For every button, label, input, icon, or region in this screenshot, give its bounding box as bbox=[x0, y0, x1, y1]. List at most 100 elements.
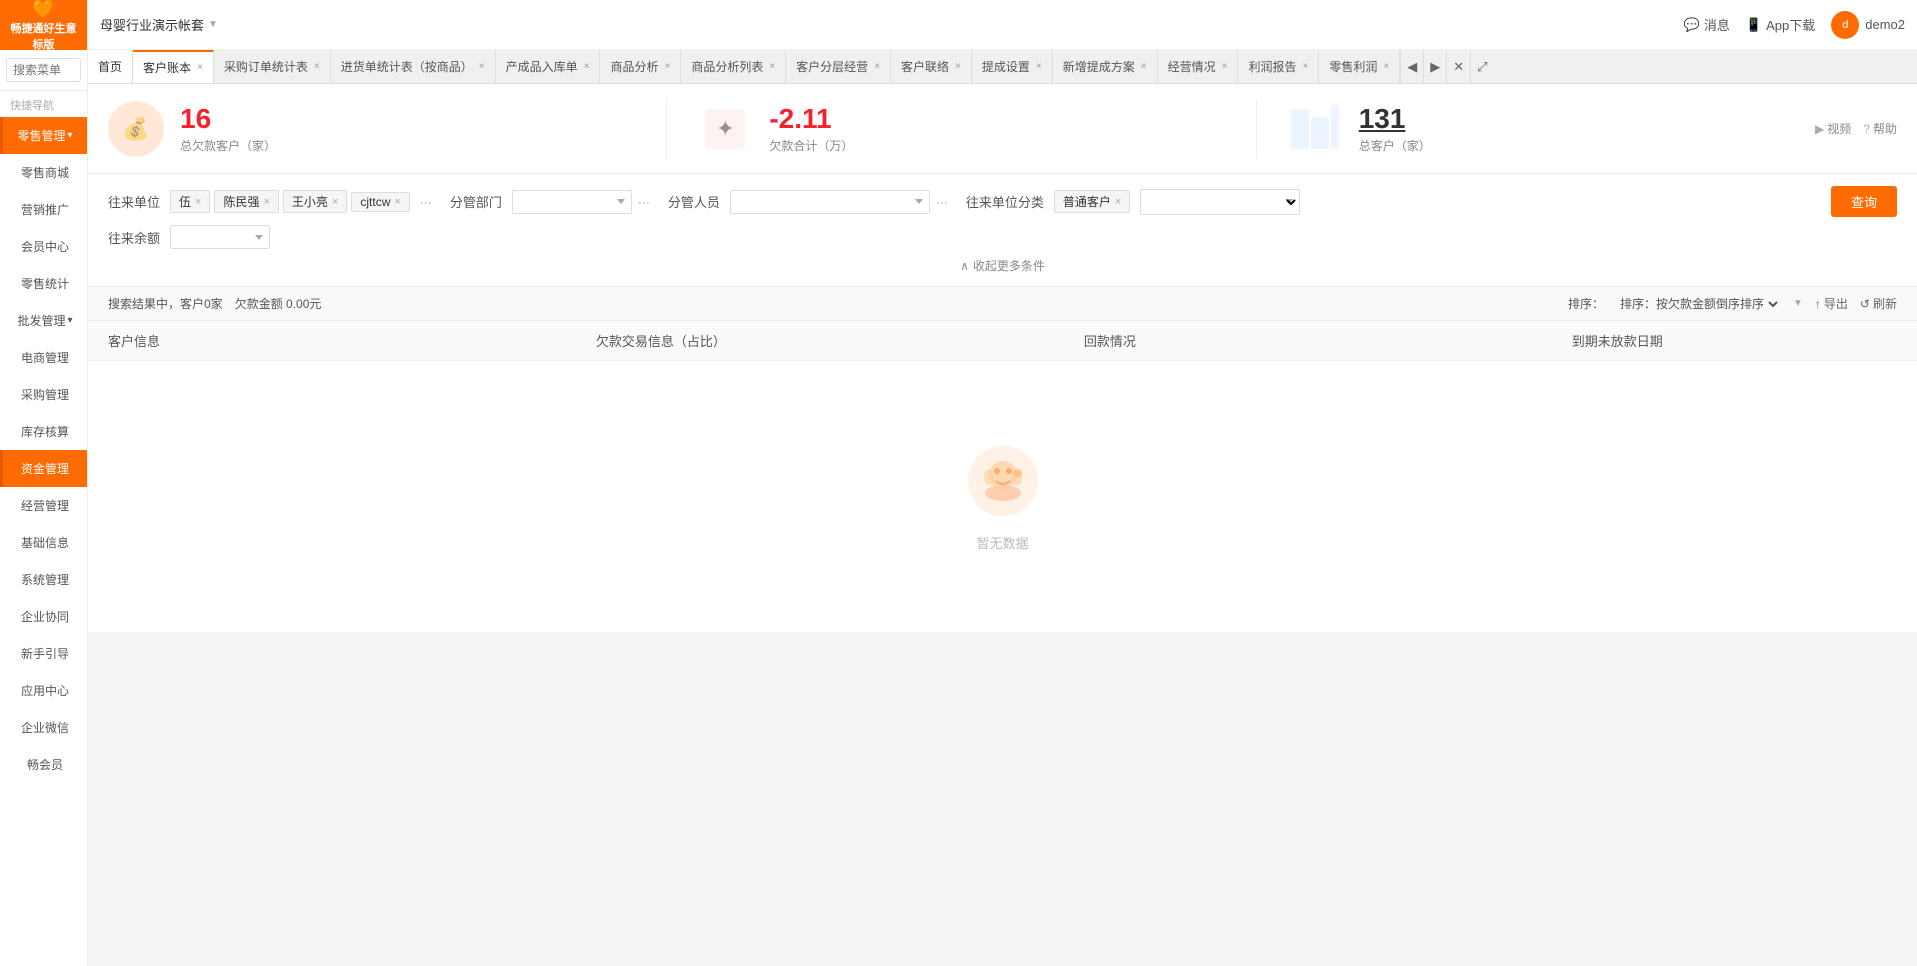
user-menu[interactable]: d demo2 bbox=[1831, 11, 1905, 39]
table-col-3: 到期未放款日期 bbox=[1572, 331, 1897, 350]
search-input[interactable] bbox=[6, 58, 81, 82]
sidebar-item-0[interactable]: 零售管理▾ bbox=[0, 117, 87, 154]
app-download-button[interactable]: 📱 App下载 bbox=[1746, 15, 1815, 34]
tab-5[interactable]: 商品分析 × bbox=[600, 50, 681, 84]
tab-close-6[interactable]: × bbox=[769, 61, 775, 72]
tab-close-13[interactable]: × bbox=[1383, 61, 1389, 72]
tab-prev-button[interactable]: ◀ bbox=[1400, 50, 1423, 84]
tab-2[interactable]: 采购订单统计表× bbox=[214, 50, 331, 84]
refresh-button[interactable]: ↺ 刷新 bbox=[1860, 295, 1897, 312]
tab-13[interactable]: 零售利润× bbox=[1319, 50, 1400, 84]
table-col-2: 回款情况 bbox=[1084, 331, 1572, 350]
sidebar-item-5[interactable]: 批发管理▾ bbox=[0, 302, 87, 339]
dept-select[interactable] bbox=[512, 190, 632, 214]
sidebar-item-1[interactable]: 零售商城 bbox=[0, 154, 87, 191]
main-area: 母婴行业演示帐套 ▼ 💬 消息 📱 App下载 d demo2 首页客户账本×采… bbox=[88, 0, 1917, 966]
tab-label-5: 商品分析 bbox=[610, 58, 658, 75]
tab-label-6: 商品分析列表 bbox=[691, 58, 763, 75]
chevron-down-icon: ▾ bbox=[67, 315, 72, 326]
stat-icon-3 bbox=[1287, 101, 1343, 157]
tab-close-12[interactable]: × bbox=[1302, 61, 1308, 72]
tab-next-button[interactable]: ▶ bbox=[1423, 50, 1446, 84]
stat-icon-2: ✦ bbox=[697, 101, 753, 157]
help-link[interactable]: ? 帮助 bbox=[1863, 120, 1897, 137]
sidebar-item-2[interactable]: 营销推广 bbox=[0, 191, 87, 228]
tab-close-all-button[interactable]: ✕ bbox=[1446, 50, 1470, 84]
sort-select[interactable]: 排序：按欠款金额倒序排序 bbox=[1616, 296, 1781, 312]
tab-close-9[interactable]: × bbox=[1036, 61, 1042, 72]
topbar: 母婴行业演示帐套 ▼ 💬 消息 📱 App下载 d demo2 bbox=[88, 0, 1917, 50]
tab-11[interactable]: 经营情况 × bbox=[1158, 50, 1239, 84]
unit-tag-remove-3[interactable]: × bbox=[394, 196, 400, 208]
more-tags-btn[interactable]: ··· bbox=[420, 195, 432, 209]
refresh-icon: ↺ bbox=[1860, 297, 1870, 311]
unit-tag-remove-2[interactable]: × bbox=[332, 196, 338, 208]
sidebar-item-12[interactable]: 系统管理 bbox=[0, 561, 87, 598]
stat-label-total: 总客户（家） bbox=[1359, 137, 1431, 154]
tab-close-7[interactable]: × bbox=[874, 61, 880, 72]
sidebar-item-16[interactable]: 企业微信 bbox=[0, 709, 87, 746]
classify-filter-label: 往来单位分类 bbox=[966, 192, 1044, 211]
sidebar-item-8[interactable]: 库存核算 bbox=[0, 413, 87, 450]
tab-8[interactable]: 客户联络× bbox=[891, 50, 972, 84]
collapse-button[interactable]: ∧ 收起更多条件 bbox=[960, 257, 1045, 274]
play-icon: ▶ bbox=[1815, 122, 1824, 136]
export-button[interactable]: ↑ 导出 bbox=[1815, 295, 1848, 312]
tab-label-11: 经营情况 bbox=[1168, 58, 1216, 75]
sidebar-item-3[interactable]: 会员中心 bbox=[0, 228, 87, 265]
stat-divider-1 bbox=[666, 99, 667, 159]
sidebar-item-7[interactable]: 采购管理 bbox=[0, 376, 87, 413]
sidebar-item-17[interactable]: 畅会员 bbox=[0, 746, 87, 783]
tab-12[interactable]: 利润报告 × bbox=[1238, 50, 1319, 84]
sidebar-item-11[interactable]: 基础信息 bbox=[0, 524, 87, 561]
classify-tag-0: 普通客户× bbox=[1054, 190, 1130, 213]
unit-tag-remove-1[interactable]: × bbox=[263, 196, 269, 208]
stat-value-total: 131 bbox=[1359, 103, 1431, 135]
sidebar-item-4[interactable]: 零售统计 bbox=[0, 265, 87, 302]
tab-close-2[interactable]: × bbox=[314, 61, 320, 72]
tab-expand-button[interactable]: ⤢ bbox=[1470, 50, 1493, 84]
tab-3[interactable]: 进货单统计表（按商品）× bbox=[331, 50, 496, 84]
tab-0[interactable]: 首页 bbox=[88, 50, 133, 84]
phone-icon: 📱 bbox=[1746, 17, 1762, 33]
sidebar-item-14[interactable]: 新手引导 bbox=[0, 635, 87, 672]
stat-divider-2 bbox=[1256, 99, 1257, 159]
unit-tag-1: 陈民强× bbox=[214, 190, 278, 213]
balance-select[interactable] bbox=[170, 225, 270, 249]
message-icon: 💬 bbox=[1684, 17, 1700, 33]
tab-9[interactable]: 提成设置× bbox=[972, 50, 1053, 84]
tab-7[interactable]: 客户分层经营× bbox=[786, 50, 891, 84]
tab-bar: 首页客户账本×采购订单统计表×进货单统计表（按商品）×产成品入库单×商品分析×商… bbox=[88, 50, 1917, 84]
chevron-down-icon: ▾ bbox=[67, 130, 72, 141]
tab-4[interactable]: 产成品入库单× bbox=[496, 50, 601, 84]
sidebar: 🧡 畅捷通好生意 标版 快捷导航 零售管理▾零售商城营销推广会员中心零售统计批发… bbox=[0, 0, 88, 966]
classify-tag-remove-0[interactable]: × bbox=[1115, 196, 1121, 208]
tab-close-11[interactable]: × bbox=[1222, 61, 1228, 72]
unit-tags: 伍×陈民强×王小亮×cjttcw× bbox=[170, 190, 410, 213]
query-button[interactable]: 查询 bbox=[1831, 186, 1897, 217]
sidebar-item-9[interactable]: 资金管理 bbox=[0, 450, 87, 487]
tab-1[interactable]: 客户账本× bbox=[133, 50, 214, 84]
tab-close-5[interactable]: × bbox=[664, 61, 670, 72]
table-header: 客户信息欠款交易信息（占比）回款情况到期未放款日期 bbox=[88, 321, 1917, 361]
empty-icon bbox=[963, 441, 1043, 521]
sidebar-item-15[interactable]: 应用中心 bbox=[0, 672, 87, 709]
tab-close-10[interactable]: × bbox=[1141, 61, 1147, 72]
tab-label-12: 利润报告 bbox=[1248, 58, 1296, 75]
person-select[interactable] bbox=[730, 190, 930, 214]
unit-tag-remove-0[interactable]: × bbox=[195, 196, 201, 208]
tab-close-8[interactable]: × bbox=[955, 61, 961, 72]
sidebar-item-13[interactable]: 企业协同 bbox=[0, 598, 87, 635]
sidebar-item-6[interactable]: 电商管理 bbox=[0, 339, 87, 376]
tab-close-1[interactable]: × bbox=[197, 62, 203, 73]
tab-close-4[interactable]: × bbox=[584, 61, 590, 72]
message-button[interactable]: 💬 消息 bbox=[1684, 15, 1730, 34]
stats-bar: 💰 16 总欠款客户（家） ✦ bbox=[88, 84, 1917, 174]
tab-6[interactable]: 商品分析列表 × bbox=[681, 50, 786, 84]
classify-select[interactable] bbox=[1140, 189, 1300, 215]
industry-selector[interactable]: 母婴行业演示帐套 ▼ bbox=[100, 15, 218, 34]
sidebar-item-10[interactable]: 经营管理 bbox=[0, 487, 87, 524]
tab-10[interactable]: 新增提成方案× bbox=[1053, 50, 1158, 84]
video-link[interactable]: ▶ 视频 bbox=[1815, 120, 1851, 137]
tab-close-3[interactable]: × bbox=[479, 61, 485, 72]
